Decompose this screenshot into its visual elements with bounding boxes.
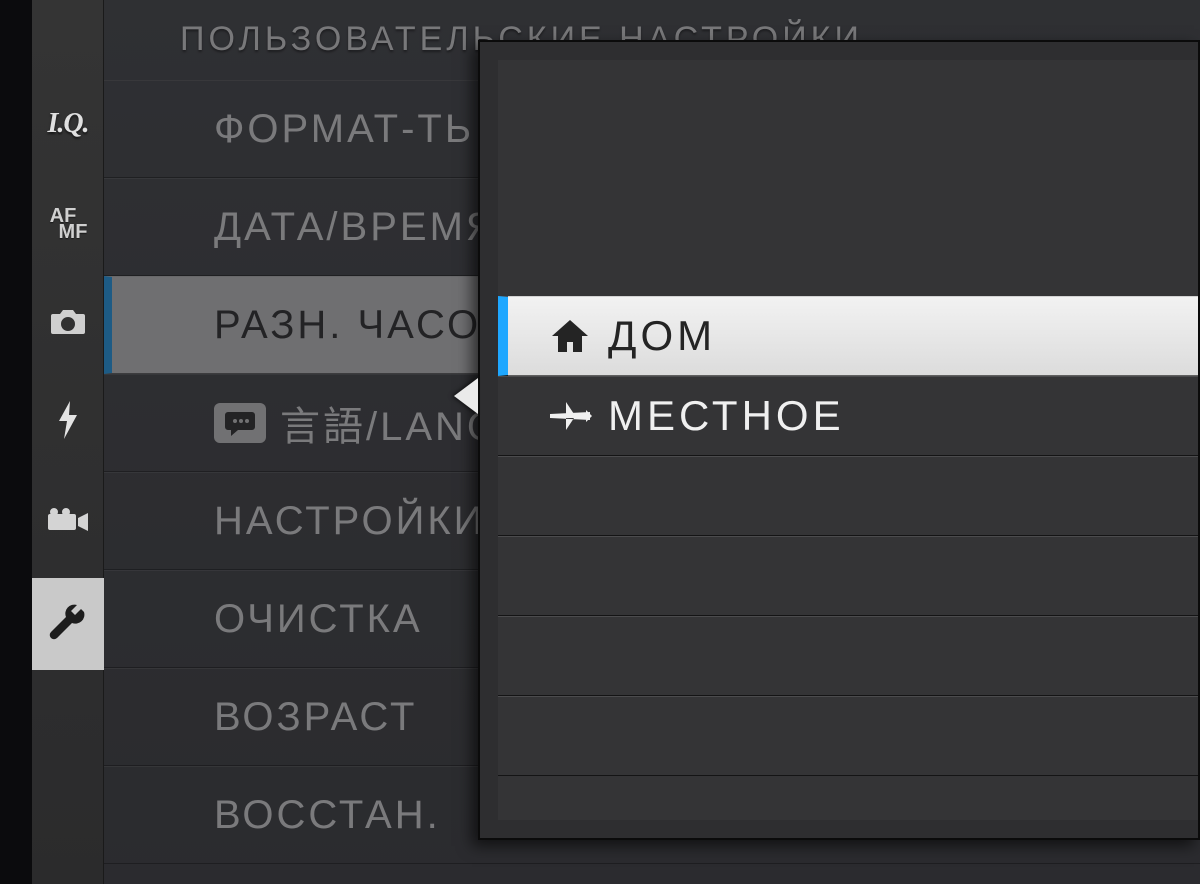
back-arrow-icon[interactable] bbox=[454, 378, 478, 414]
tab-shooting[interactable] bbox=[32, 278, 104, 370]
time-difference-popup: ДОМ МЕСТНОЕ . . . . bbox=[478, 40, 1200, 840]
menu-item-label: ВОССТАН. bbox=[214, 793, 441, 838]
option-home[interactable]: ДОМ bbox=[498, 296, 1198, 376]
menu-item-label: ВОЗРАСТ bbox=[214, 695, 417, 740]
speech-bubble-icon bbox=[214, 403, 266, 443]
menu-item-label: ОЧИСТКА bbox=[214, 597, 423, 642]
video-camera-icon bbox=[48, 508, 88, 541]
home-icon bbox=[546, 318, 594, 354]
camera-menu-screen: I.Q. AF MF bbox=[0, 0, 1200, 884]
tab-flash[interactable] bbox=[32, 378, 104, 470]
menu-item-label: ФОРМАТ-ТЬ bbox=[214, 107, 474, 152]
flash-icon bbox=[57, 401, 79, 448]
tab-movie[interactable] bbox=[32, 478, 104, 570]
menu-tab-rail: I.Q. AF MF bbox=[32, 0, 104, 884]
popup-empty-row: . bbox=[498, 456, 1198, 536]
iq-label: I.Q. bbox=[47, 108, 88, 140]
option-label: ДОМ bbox=[608, 312, 716, 360]
option-label: МЕСТНОЕ bbox=[608, 392, 845, 440]
menu-item-label: РАЗН. ЧАСОВ bbox=[214, 303, 511, 348]
tab-af-mf[interactable]: AF MF bbox=[32, 178, 104, 270]
tab-setup[interactable] bbox=[32, 578, 104, 670]
menu-item-label: НАСТРОЙКИ bbox=[214, 499, 485, 544]
tab-image-quality[interactable]: I.Q. bbox=[32, 78, 104, 170]
popup-empty-row: . bbox=[498, 616, 1198, 696]
popup-list: ДОМ МЕСТНОЕ . . . . bbox=[498, 60, 1198, 820]
menu-item-label: ДАТА/ВРЕМЯ bbox=[214, 205, 498, 250]
camera-icon bbox=[49, 308, 87, 341]
left-gutter bbox=[0, 0, 32, 884]
option-local[interactable]: МЕСТНОЕ bbox=[498, 376, 1198, 456]
popup-empty-row: . bbox=[498, 536, 1198, 616]
popup-spacer bbox=[498, 60, 1198, 296]
popup-empty-row: . bbox=[498, 696, 1198, 776]
airplane-icon bbox=[546, 398, 594, 434]
wrench-icon bbox=[49, 603, 87, 646]
mf-label: MF bbox=[59, 222, 88, 242]
